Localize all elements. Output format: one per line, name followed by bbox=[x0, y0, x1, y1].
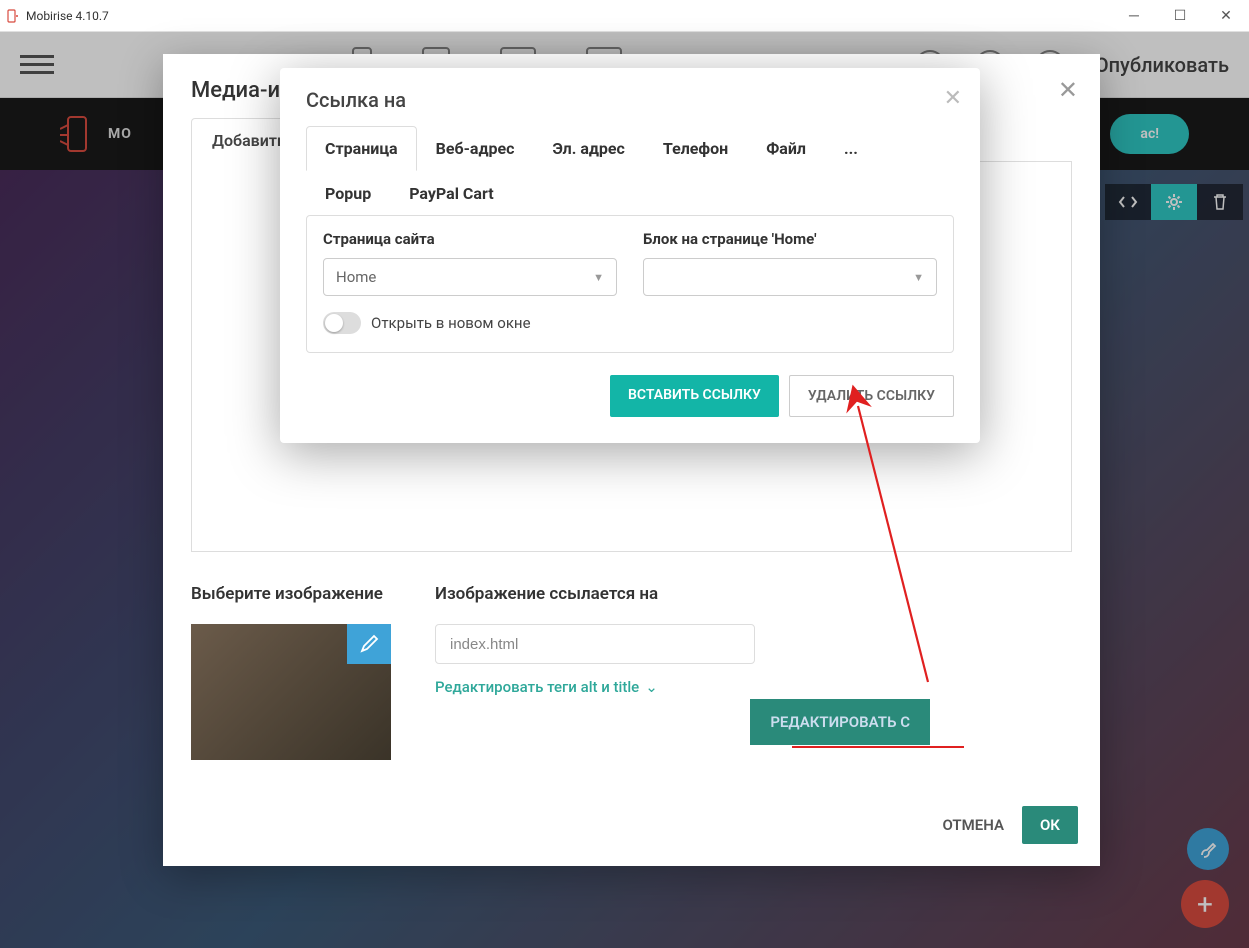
window-title: Mobirise 4.10.7 bbox=[26, 9, 109, 23]
annotation-underline bbox=[792, 746, 964, 748]
edit-tags-text: Редактировать теги alt и title bbox=[435, 678, 639, 696]
caret-down-icon: ▼ bbox=[913, 271, 924, 284]
link-dialog-title: Ссылка на bbox=[306, 88, 954, 112]
page-select[interactable]: Home ▼ bbox=[323, 258, 617, 296]
tab-web[interactable]: Веб-адрес bbox=[417, 126, 534, 171]
maximize-button[interactable]: ☐ bbox=[1157, 0, 1203, 32]
tab-paypal[interactable]: PayPal Cart bbox=[390, 171, 512, 216]
block-select-label: Блок на странице 'Home' bbox=[643, 230, 937, 248]
tab-page[interactable]: Страница bbox=[306, 126, 417, 171]
ok-button[interactable]: ОК bbox=[1022, 806, 1078, 844]
close-icon[interactable]: ✕ bbox=[1058, 76, 1078, 104]
tab-popup[interactable]: Popup bbox=[306, 171, 390, 216]
link-dialog: ✕ Ссылка на Страница Веб-адрес Эл. адрес… bbox=[280, 68, 980, 443]
tab-file[interactable]: Файл bbox=[747, 126, 825, 171]
link-input[interactable] bbox=[435, 624, 755, 664]
window-titlebar: Mobirise 4.10.7 ─ ☐ ✕ bbox=[0, 0, 1249, 32]
minimize-button[interactable]: ─ bbox=[1111, 0, 1157, 32]
tab-more[interactable]: ... bbox=[825, 126, 877, 171]
select-image-label: Выберите изображение bbox=[191, 584, 391, 604]
close-window-button[interactable]: ✕ bbox=[1203, 0, 1249, 32]
close-icon[interactable]: ✕ bbox=[944, 86, 962, 111]
new-window-toggle[interactable] bbox=[323, 312, 361, 334]
cancel-button[interactable]: ОТМЕНА bbox=[942, 816, 1004, 834]
page-select-label: Страница сайта bbox=[323, 230, 617, 248]
edit-alt-title-link[interactable]: Редактировать теги alt и title ⌄ bbox=[435, 678, 1072, 696]
image-thumbnail[interactable] bbox=[191, 624, 391, 760]
pencil-icon[interactable] bbox=[347, 624, 391, 664]
edit-link-button[interactable]: РЕДАКТИРОВАТЬ С bbox=[750, 699, 930, 745]
insert-link-button[interactable]: ВСТАВИТЬ ССЫЛКУ bbox=[610, 375, 779, 417]
app-logo-icon bbox=[6, 9, 20, 23]
page-select-value: Home bbox=[336, 268, 376, 286]
tab-email[interactable]: Эл. адрес bbox=[533, 126, 643, 171]
link-type-tabs: Страница Веб-адрес Эл. адрес Телефон Фай… bbox=[306, 126, 954, 216]
chevron-down-icon: ⌄ bbox=[645, 678, 658, 696]
remove-link-button[interactable]: УДАЛИТЬ ССЫЛКУ bbox=[789, 375, 954, 417]
image-link-label: Изображение ссылается на bbox=[435, 584, 1072, 604]
link-form: Страница сайта Home ▼ Блок на странице '… bbox=[306, 215, 954, 353]
block-select[interactable]: ▼ bbox=[643, 258, 937, 296]
tab-phone[interactable]: Телефон bbox=[644, 126, 747, 171]
new-window-label: Открыть в новом окне bbox=[371, 314, 531, 332]
caret-down-icon: ▼ bbox=[593, 271, 604, 284]
